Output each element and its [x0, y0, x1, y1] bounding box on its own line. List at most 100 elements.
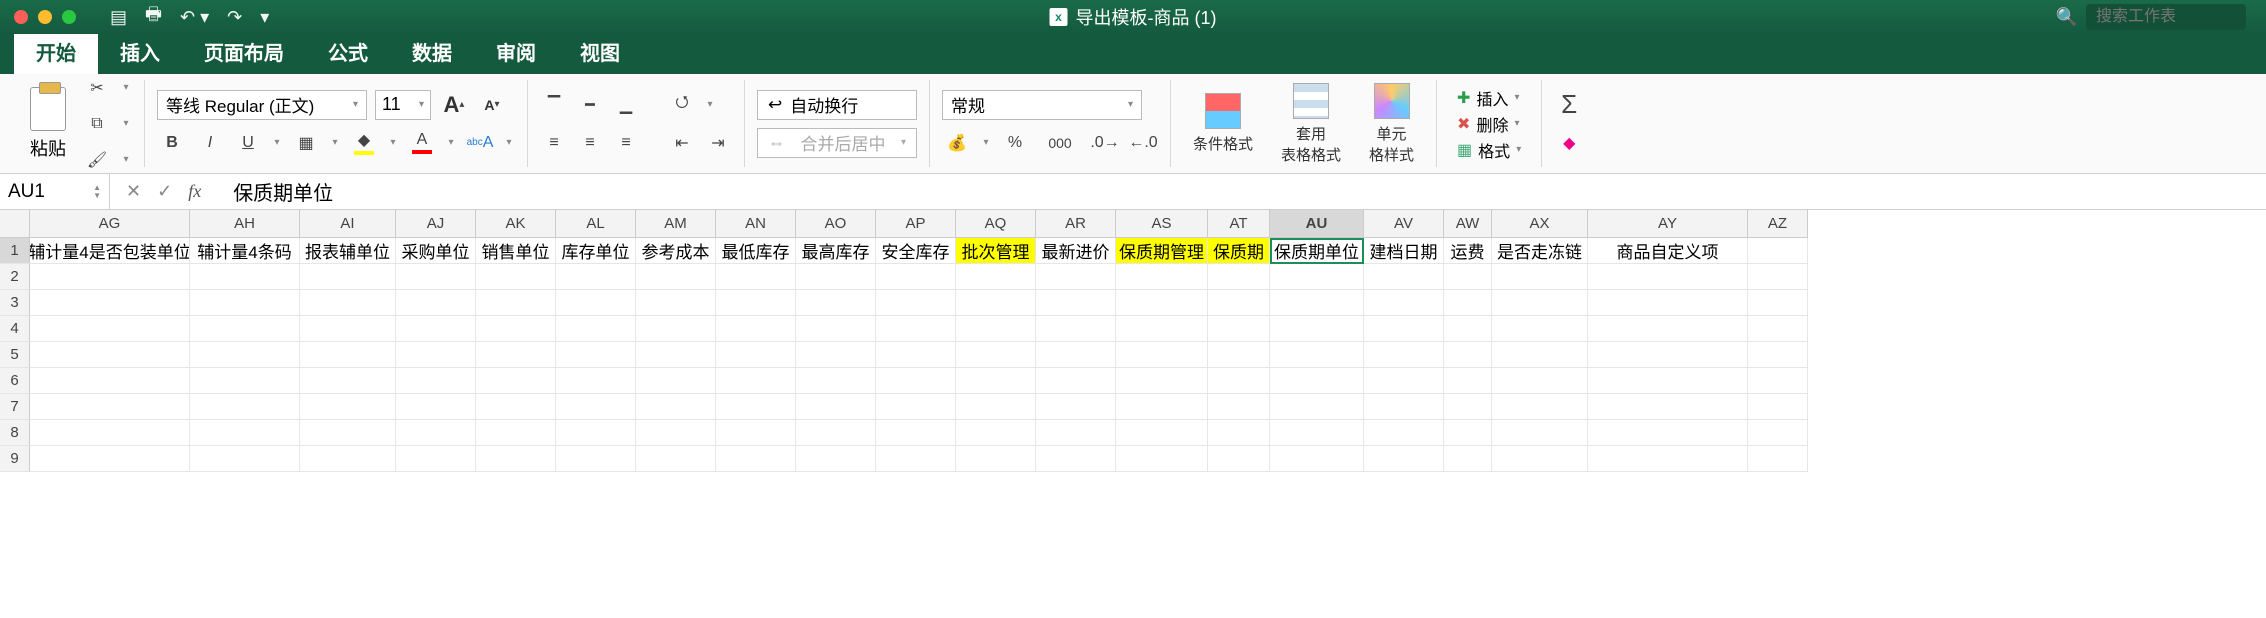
- cell-AI6[interactable]: [300, 368, 396, 394]
- col-header-AS[interactable]: AS: [1116, 210, 1208, 238]
- tab-审阅[interactable]: 审阅: [474, 29, 558, 74]
- cell-AK9[interactable]: [476, 446, 556, 472]
- cell-AP3[interactable]: [876, 290, 956, 316]
- decrease-decimal-button[interactable]: ←.0: [1128, 128, 1158, 158]
- cell-AM9[interactable]: [636, 446, 716, 472]
- cell-AH5[interactable]: [190, 342, 300, 368]
- currency-button[interactable]: 💰: [942, 128, 972, 158]
- cell-AT5[interactable]: [1208, 342, 1270, 368]
- cell-AP1[interactable]: 安全库存: [876, 238, 956, 264]
- cell-AO1[interactable]: 最高库存: [796, 238, 876, 264]
- cell-AR6[interactable]: [1036, 368, 1116, 394]
- row-header-4[interactable]: 4: [0, 316, 30, 342]
- cell-AP2[interactable]: [876, 264, 956, 290]
- cell-AG8[interactable]: [30, 420, 190, 446]
- cell-AY8[interactable]: [1588, 420, 1748, 446]
- conditional-format-button[interactable]: 条件格式: [1183, 93, 1263, 154]
- cell-AP7[interactable]: [876, 394, 956, 420]
- increase-indent-button[interactable]: ⇥: [704, 128, 732, 158]
- cell-AK6[interactable]: [476, 368, 556, 394]
- tab-开始[interactable]: 开始: [14, 29, 98, 74]
- col-header-AQ[interactable]: AQ: [956, 210, 1036, 238]
- cell-AQ4[interactable]: [956, 316, 1036, 342]
- cell-AO7[interactable]: [796, 394, 876, 420]
- cell-AX7[interactable]: [1492, 394, 1588, 420]
- cell-AZ8[interactable]: [1748, 420, 1808, 446]
- cell-AJ7[interactable]: [396, 394, 476, 420]
- cell-AY9[interactable]: [1588, 446, 1748, 472]
- cell-AV1[interactable]: 建档日期: [1364, 238, 1444, 264]
- cell-AT1[interactable]: 保质期: [1208, 238, 1270, 264]
- confirm-edit-button[interactable]: ✓: [157, 181, 172, 202]
- col-header-AI[interactable]: AI: [300, 210, 396, 238]
- comma-button[interactable]: 000: [1038, 128, 1082, 158]
- cell-AP9[interactable]: [876, 446, 956, 472]
- cell-AK7[interactable]: [476, 394, 556, 420]
- cell-AP4[interactable]: [876, 316, 956, 342]
- row-header-5[interactable]: 5: [0, 342, 30, 368]
- cell-AR9[interactable]: [1036, 446, 1116, 472]
- number-format-select[interactable]: 常规▾: [942, 90, 1142, 120]
- row-header-2[interactable]: 2: [0, 264, 30, 290]
- cell-AK4[interactable]: [476, 316, 556, 342]
- cell-AM3[interactable]: [636, 290, 716, 316]
- cell-AL5[interactable]: [556, 342, 636, 368]
- cut-button[interactable]: ✂: [82, 73, 112, 103]
- insert-cells-button[interactable]: ✚插入▾: [1457, 86, 1521, 110]
- col-header-AH[interactable]: AH: [190, 210, 300, 238]
- cell-AS9[interactable]: [1116, 446, 1208, 472]
- cell-AT3[interactable]: [1208, 290, 1270, 316]
- fx-icon[interactable]: fx: [188, 181, 211, 202]
- tab-视图[interactable]: 视图: [558, 29, 642, 74]
- col-header-AX[interactable]: AX: [1492, 210, 1588, 238]
- tab-数据[interactable]: 数据: [390, 29, 474, 74]
- cell-AU9[interactable]: [1270, 446, 1364, 472]
- cell-AH3[interactable]: [190, 290, 300, 316]
- fill-color-dropdown[interactable]: ▾: [387, 128, 399, 158]
- currency-dropdown[interactable]: ▾: [980, 128, 992, 158]
- row-header-8[interactable]: 8: [0, 420, 30, 446]
- cell-AP5[interactable]: [876, 342, 956, 368]
- decrease-indent-button[interactable]: ⇤: [668, 128, 696, 158]
- cell-AI8[interactable]: [300, 420, 396, 446]
- cell-AT6[interactable]: [1208, 368, 1270, 394]
- cell-AZ7[interactable]: [1748, 394, 1808, 420]
- cell-AL1[interactable]: 库存单位: [556, 238, 636, 264]
- orientation-button[interactable]: ⭯: [668, 90, 696, 120]
- cell-AX3[interactable]: [1492, 290, 1588, 316]
- cell-AI2[interactable]: [300, 264, 396, 290]
- cell-AH6[interactable]: [190, 368, 300, 394]
- cell-AL2[interactable]: [556, 264, 636, 290]
- name-box[interactable]: AU1 ▲▼: [0, 174, 110, 209]
- bold-button[interactable]: B: [157, 128, 187, 158]
- cell-AR8[interactable]: [1036, 420, 1116, 446]
- cell-AG4[interactable]: [30, 316, 190, 342]
- cell-AU4[interactable]: [1270, 316, 1364, 342]
- col-header-AP[interactable]: AP: [876, 210, 956, 238]
- cell-AH9[interactable]: [190, 446, 300, 472]
- align-center-button[interactable]: ≡: [576, 128, 604, 158]
- shrink-font-button[interactable]: A▾: [477, 90, 507, 120]
- painter-dropdown[interactable]: ▾: [120, 145, 132, 175]
- copy-dropdown[interactable]: ▾: [120, 109, 132, 139]
- select-all-button[interactable]: [0, 210, 30, 238]
- cell-AG1[interactable]: 辅计量4是否包装单位: [30, 238, 190, 264]
- row-header-3[interactable]: 3: [0, 290, 30, 316]
- cell-AV3[interactable]: [1364, 290, 1444, 316]
- col-header-AY[interactable]: AY: [1588, 210, 1748, 238]
- cell-AM4[interactable]: [636, 316, 716, 342]
- cell-AG6[interactable]: [30, 368, 190, 394]
- align-right-button[interactable]: ≡: [612, 128, 640, 158]
- underline-button[interactable]: U: [233, 128, 263, 158]
- zoom-window[interactable]: [62, 10, 76, 24]
- cell-AN4[interactable]: [716, 316, 796, 342]
- cell-AU8[interactable]: [1270, 420, 1364, 446]
- cell-AN6[interactable]: [716, 368, 796, 394]
- cell-AH1[interactable]: 辅计量4条码: [190, 238, 300, 264]
- cell-AO4[interactable]: [796, 316, 876, 342]
- row-header-6[interactable]: 6: [0, 368, 30, 394]
- orientation-dropdown[interactable]: ▾: [704, 90, 716, 120]
- cell-AY7[interactable]: [1588, 394, 1748, 420]
- cell-AH8[interactable]: [190, 420, 300, 446]
- cell-AS3[interactable]: [1116, 290, 1208, 316]
